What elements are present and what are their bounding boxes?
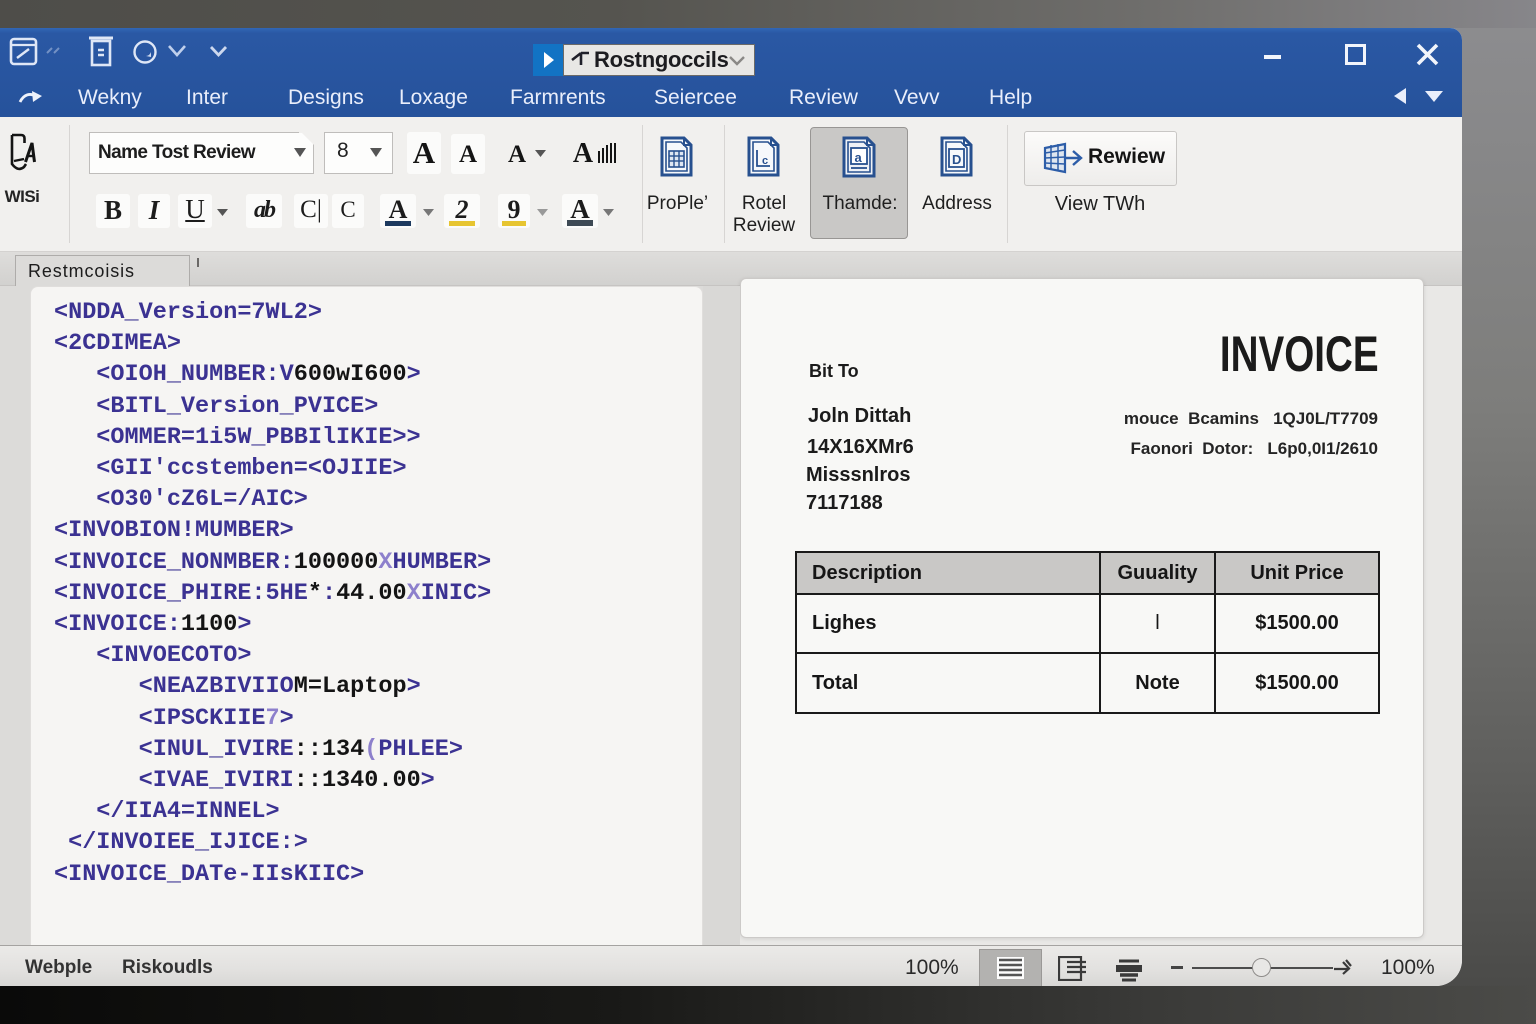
svg-text:a: a <box>855 150 863 165</box>
svg-text:D: D <box>952 152 961 167</box>
svg-text:c: c <box>762 155 768 167</box>
